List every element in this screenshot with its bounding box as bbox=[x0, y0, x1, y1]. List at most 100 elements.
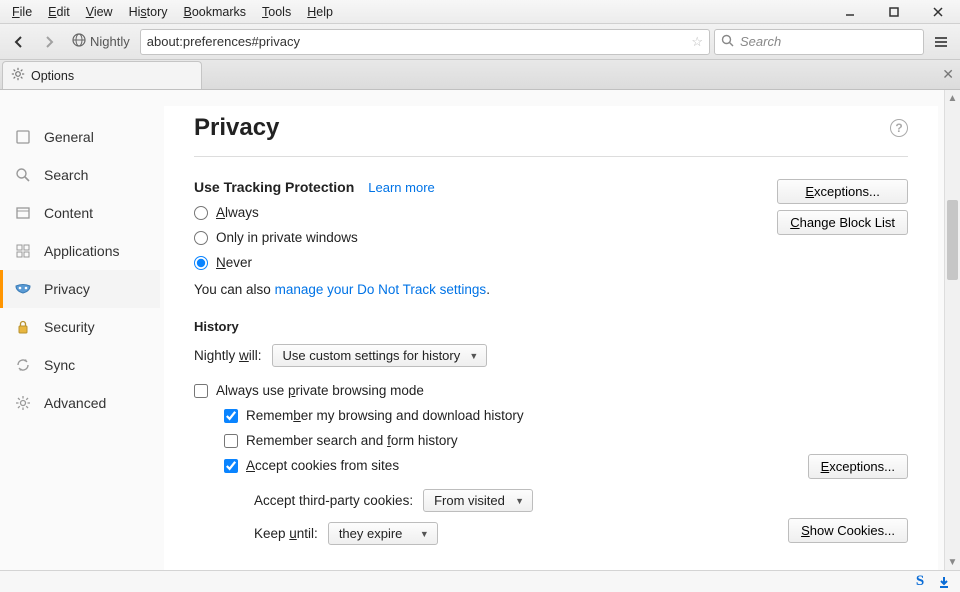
nav-toolbar: Nightly about:preferences#privacy ☆ Sear… bbox=[0, 24, 960, 60]
sidebar-item-search[interactable]: Search bbox=[0, 156, 160, 194]
tracking-exceptions-button[interactable]: Exceptions... bbox=[777, 179, 908, 204]
url-bar[interactable]: about:preferences#privacy ☆ bbox=[140, 29, 710, 55]
accept-cookies-input[interactable] bbox=[224, 459, 238, 473]
dnt-note: You can also manage your Do Not Track se… bbox=[194, 282, 490, 297]
sync-icon bbox=[14, 356, 32, 374]
tracking-radio-never[interactable]: Never bbox=[194, 255, 490, 270]
sidebar-item-label: Sync bbox=[44, 357, 75, 373]
window-minimize[interactable] bbox=[828, 0, 872, 24]
history-mode-value: Use custom settings for history bbox=[283, 348, 461, 363]
privacy-mask-icon bbox=[14, 280, 32, 298]
third-party-label: Accept third-party cookies: bbox=[254, 493, 413, 508]
menu-history[interactable]: History bbox=[121, 2, 176, 22]
menu-bar: File Edit View History Bookmarks Tools H… bbox=[0, 0, 960, 24]
sidebar-item-label: Search bbox=[44, 167, 88, 183]
tab-options[interactable]: Options bbox=[2, 61, 202, 89]
show-cookies-button[interactable]: Show Cookies... bbox=[788, 518, 908, 543]
back-button[interactable] bbox=[6, 29, 32, 55]
history-will-prefix: Nightly will: bbox=[194, 348, 262, 363]
hamburger-menu[interactable] bbox=[928, 29, 954, 55]
tabstrip-close-icon[interactable]: ✕ bbox=[942, 66, 954, 83]
third-party-value: From visited bbox=[434, 493, 505, 508]
history-heading: History bbox=[194, 319, 239, 334]
lock-icon bbox=[14, 318, 32, 336]
remember-search-label: Remember search and form history bbox=[246, 433, 458, 448]
search-placeholder: Search bbox=[740, 34, 781, 49]
gear-icon bbox=[11, 67, 25, 84]
content-area: General Search Content Applications Priv… bbox=[0, 90, 960, 570]
search-icon bbox=[721, 34, 734, 50]
menu-tools[interactable]: Tools bbox=[254, 2, 299, 22]
sidebar-item-content[interactable]: Content bbox=[0, 194, 160, 232]
search-bar[interactable]: Search bbox=[714, 29, 924, 55]
forward-button[interactable] bbox=[36, 29, 62, 55]
sidebar-item-label: Advanced bbox=[44, 395, 106, 411]
dnt-note-prefix: You can also bbox=[194, 282, 275, 297]
scroll-down-arrow[interactable]: ▼ bbox=[945, 554, 960, 570]
sidebar-item-applications[interactable]: Applications bbox=[0, 232, 160, 270]
history-section: History Nightly will: Use custom setting… bbox=[194, 319, 908, 545]
remember-history-input[interactable] bbox=[224, 409, 238, 423]
sidebar-item-general[interactable]: General bbox=[0, 118, 160, 156]
radio-always-input[interactable] bbox=[194, 206, 208, 220]
radio-never-label: Never bbox=[216, 255, 252, 270]
identity-box[interactable]: Nightly bbox=[66, 33, 136, 50]
sidebar-item-label: Privacy bbox=[44, 281, 90, 297]
tracking-radio-private[interactable]: Only in private windows bbox=[194, 230, 490, 245]
content-icon bbox=[14, 204, 32, 222]
menu-edit[interactable]: Edit bbox=[40, 2, 78, 22]
remember-search-checkbox[interactable]: Remember search and form history bbox=[224, 433, 908, 448]
help-icon[interactable]: ? bbox=[890, 119, 908, 137]
sidebar-item-label: Security bbox=[44, 319, 95, 335]
page-title: Privacy bbox=[194, 114, 279, 142]
menu-file[interactable]: File bbox=[4, 2, 40, 22]
window-controls bbox=[828, 0, 960, 24]
dnt-settings-link[interactable]: manage your Do Not Track settings bbox=[275, 282, 487, 297]
status-s-icon[interactable]: S bbox=[912, 574, 928, 590]
status-download-icon[interactable] bbox=[936, 574, 952, 590]
tracking-learn-more-link[interactable]: Learn more bbox=[368, 180, 434, 195]
radio-always-label: Always bbox=[216, 205, 259, 220]
always-private-label: Always use private browsing mode bbox=[216, 383, 424, 398]
menu-bookmarks[interactable]: Bookmarks bbox=[176, 2, 255, 22]
identity-label: Nightly bbox=[90, 34, 130, 49]
sidebar-item-label: Applications bbox=[44, 243, 120, 259]
tracking-heading: Use Tracking Protection bbox=[194, 179, 354, 195]
scroll-up-arrow[interactable]: ▲ bbox=[945, 90, 960, 106]
sidebar-item-label: Content bbox=[44, 205, 93, 221]
sidebar-item-privacy[interactable]: Privacy bbox=[0, 270, 160, 308]
bookmark-star-icon[interactable]: ☆ bbox=[691, 34, 703, 50]
menu-view[interactable]: View bbox=[78, 2, 121, 22]
sidebar-item-sync[interactable]: Sync bbox=[0, 346, 160, 384]
remember-search-input[interactable] bbox=[224, 434, 238, 448]
sidebar-item-label: General bbox=[44, 129, 94, 145]
remember-history-label: Remember my browsing and download histor… bbox=[246, 408, 524, 423]
tracking-section: Use Tracking Protection Learn more Alway… bbox=[194, 179, 908, 297]
sidebar-item-security[interactable]: Security bbox=[0, 308, 160, 346]
radio-private-input[interactable] bbox=[194, 231, 208, 245]
window-maximize[interactable] bbox=[872, 0, 916, 24]
tab-strip: Options ✕ bbox=[0, 60, 960, 90]
radio-never-input[interactable] bbox=[194, 256, 208, 270]
always-private-checkbox[interactable]: Always use private browsing mode bbox=[194, 383, 908, 398]
cookies-exceptions-button[interactable]: Exceptions... bbox=[808, 454, 908, 479]
sidebar-item-advanced[interactable]: Advanced bbox=[0, 384, 160, 422]
remember-history-checkbox[interactable]: Remember my browsing and download histor… bbox=[224, 408, 908, 423]
tracking-radio-always[interactable]: Always bbox=[194, 205, 490, 220]
menu-help[interactable]: Help bbox=[299, 2, 341, 22]
always-private-input[interactable] bbox=[194, 384, 208, 398]
preferences-main-panel: Privacy ? Use Tracking Protection Learn … bbox=[164, 106, 938, 570]
window-close[interactable] bbox=[916, 0, 960, 24]
search-icon bbox=[14, 166, 32, 184]
page-title-row: Privacy ? bbox=[194, 114, 908, 157]
vertical-scrollbar[interactable]: ▲ ▼ bbox=[944, 90, 960, 570]
change-block-list-button[interactable]: Change Block List bbox=[777, 210, 908, 235]
scrollbar-thumb[interactable] bbox=[947, 200, 958, 280]
history-mode-select[interactable]: Use custom settings for history bbox=[272, 344, 488, 367]
applications-icon bbox=[14, 242, 32, 260]
keep-until-select[interactable]: they expire bbox=[328, 522, 438, 545]
accept-cookies-checkbox[interactable]: Accept cookies from sites bbox=[224, 458, 399, 473]
general-icon bbox=[14, 128, 32, 146]
third-party-select[interactable]: From visited bbox=[423, 489, 533, 512]
keep-until-label: Keep until: bbox=[254, 526, 318, 541]
